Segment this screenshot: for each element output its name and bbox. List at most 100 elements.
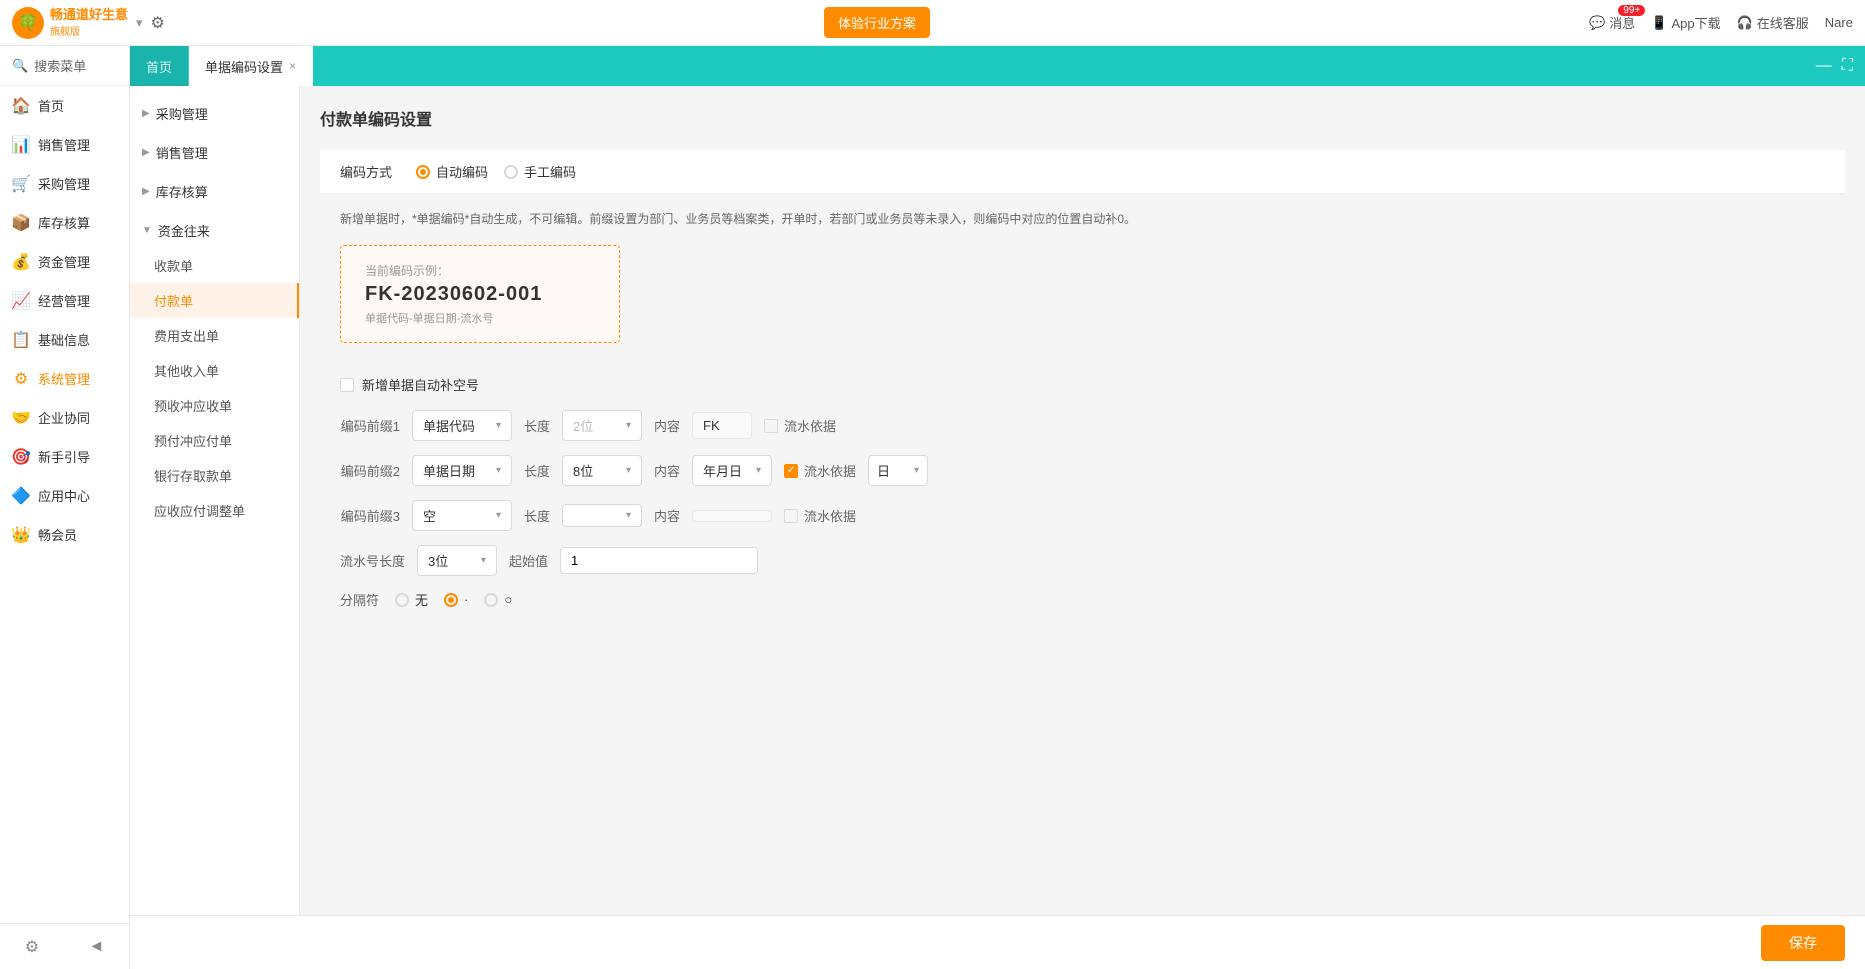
tab-maximize-icon[interactable]: ⛶ (1842, 57, 1853, 75)
dropdown-arrow-icon[interactable]: ▾ (136, 15, 143, 31)
sidebar-item-home[interactable]: 🏠 首页 (0, 86, 129, 125)
enterprise-icon: 🤝 (12, 409, 30, 427)
sidebar-item-basics[interactable]: 📋 基础信息 (0, 320, 129, 359)
user-name[interactable]: Nare (1825, 15, 1853, 30)
tab-close-icon[interactable]: × (289, 59, 296, 73)
manual-encode-radio[interactable] (504, 165, 518, 179)
sidebar-item-purchase[interactable]: 🛒 采购管理 (0, 164, 129, 203)
search-menu[interactable]: 🔍 搜索菜单 (0, 46, 129, 86)
prefix3-waterflow-checkbox[interactable] (784, 509, 798, 523)
sidebar-item-finance[interactable]: 💰 资金管理 (0, 242, 129, 281)
sidebar-item-inventory[interactable]: 📦 库存核算 (0, 203, 129, 242)
sub-group-inventory-title[interactable]: ▶ 库存核算 (130, 174, 299, 209)
start-value-input[interactable] (560, 547, 758, 574)
prefix3-content-value (692, 510, 772, 522)
settings-bottom-icon[interactable]: ⚙ (25, 937, 39, 957)
prefix3-length-select[interactable]: ▾ (562, 504, 642, 527)
prefix3-length-arrow: ▾ (626, 510, 631, 521)
sep-circle-radio[interactable] (484, 593, 498, 607)
sub-item-expense[interactable]: 费用支出单 (130, 318, 299, 353)
sidebar-label-enterprise: 企业协同 (38, 408, 90, 427)
message-btn[interactable]: 💬 消息 99+ (1589, 13, 1635, 32)
prefix1-waterflow-checkbox[interactable] (764, 419, 778, 433)
prefix2-content-select[interactable]: 年月日 ▾ (692, 455, 772, 486)
prefix1-length-label: 长度 (524, 416, 550, 435)
sub-item-payment[interactable]: 付款单 (130, 283, 299, 318)
manual-encode-option[interactable]: 手工编码 (504, 162, 576, 181)
sub-group-inventory: ▶ 库存核算 (130, 174, 299, 209)
prefix1-waterflow: 流水依据 (764, 416, 836, 435)
prefix2-waterflow-checkbox[interactable]: ✓ (784, 464, 798, 478)
auto-fill-checkbox[interactable] (340, 378, 354, 392)
sub-item-other-income[interactable]: 其他收入单 (130, 353, 299, 388)
logo-text-group: 畅通道好生意 旗舰版 (50, 7, 128, 38)
auto-encode-label: 自动编码 (436, 162, 488, 181)
collapse-icon[interactable]: ◄ (88, 938, 104, 956)
sidebar-item-sales[interactable]: 📊 销售管理 (0, 125, 129, 164)
sep-dot-radio[interactable] (444, 593, 458, 607)
preview-label: 当前编码示例： (365, 262, 595, 279)
sep-none-option[interactable]: 无 (395, 590, 428, 609)
serial-length-select[interactable]: 3位 ▾ (417, 545, 497, 576)
prefix1-label: 编码前缀1 (340, 416, 400, 435)
prefix3-content-label: 内容 (654, 506, 680, 525)
tab-home-label: 首页 (146, 57, 172, 76)
sub-item-adjustment[interactable]: 应收应付调整单 (130, 493, 299, 528)
sub-group-capital-title[interactable]: ▼ 资金往来 (130, 213, 299, 248)
tab-home[interactable]: 首页 (130, 46, 189, 86)
sidebar-item-guide[interactable]: 🎯 新手引导 (0, 437, 129, 476)
app-download-btn[interactable]: 📱 App下载 (1651, 13, 1720, 32)
sep-circle-label: ○ (504, 592, 512, 607)
sub-item-prepay-receivable[interactable]: 预收冲应收单 (130, 388, 299, 423)
sub-item-prepay-payable[interactable]: 预付冲应付单 (130, 423, 299, 458)
sep-circle-option[interactable]: ○ (484, 592, 512, 607)
auto-fill-row: 新增单据自动补空号 (340, 375, 1825, 394)
prefix2-select[interactable]: 单据日期 ▾ (412, 455, 512, 486)
sidebar-item-enterprise[interactable]: 🤝 企业协同 (0, 398, 129, 437)
sidebar-label-guide: 新手引导 (38, 447, 90, 466)
tab-minimize-icon[interactable]: — (1816, 57, 1832, 75)
tab-encoding-settings[interactable]: 单据编码设置 × (189, 46, 313, 86)
prefix2-length-select[interactable]: 8位 ▾ (562, 455, 642, 486)
purchase-arrow-icon: ▶ (142, 108, 150, 119)
prefix2-day-arrow: ▾ (914, 465, 919, 476)
sidebar-item-appcenter[interactable]: 🔷 应用中心 (0, 476, 129, 515)
preview-box: 当前编码示例： FK-20230602-001 单据代码-单据日期-流水号 (340, 245, 620, 343)
capital-arrow-icon: ▼ (142, 225, 152, 236)
sep-none-radio[interactable] (395, 593, 409, 607)
online-service-label: 在线客服 (1757, 13, 1809, 32)
trial-button[interactable]: 体验行业方案 (824, 7, 930, 38)
serial-length-arrow: ▾ (481, 555, 486, 566)
save-button[interactable]: 保存 (1761, 925, 1845, 961)
sub-group-purchase-title[interactable]: ▶ 采购管理 (130, 96, 299, 131)
prefix2-content-value: 年月日 (703, 461, 742, 480)
online-service-btn[interactable]: 🎧 在线客服 (1737, 13, 1809, 32)
auto-encode-option[interactable]: 自动编码 (416, 162, 488, 181)
sep-dot-option[interactable]: · (444, 592, 468, 607)
sub-group-sales-label: 销售管理 (156, 143, 208, 162)
sidebar-label-home: 首页 (38, 96, 64, 115)
settings-icon[interactable]: ⚙ (151, 13, 165, 33)
sidebar-label-inventory: 库存核算 (38, 213, 90, 232)
sidebar-item-member[interactable]: 👑 畅会员 (0, 515, 129, 554)
prefix3-select-value: 空 (423, 506, 436, 525)
prefix1-select-value: 单据代码 (423, 416, 475, 435)
prefix2-waterflow-label: 流水依据 (804, 461, 856, 480)
sub-group-sales-title[interactable]: ▶ 销售管理 (130, 135, 299, 170)
search-menu-label: 搜索菜单 (34, 56, 86, 75)
guide-icon: 🎯 (12, 448, 30, 466)
sub-item-bank[interactable]: 银行存取款单 (130, 458, 299, 493)
prefix1-select[interactable]: 单据代码 ▾ (412, 410, 512, 441)
message-badge: 99+ (1618, 5, 1645, 16)
sub-item-receipt[interactable]: 收款单 (130, 248, 299, 283)
prefix3-select-arrow: ▾ (496, 510, 501, 521)
prefix3-select[interactable]: 空 ▾ (412, 500, 512, 531)
auto-encode-radio[interactable] (416, 165, 430, 179)
prefix2-length-value: 8位 (573, 461, 593, 480)
prefix1-length-select[interactable]: 2位 ▾ (562, 410, 642, 441)
manual-encode-label: 手工编码 (524, 162, 576, 181)
sidebar-item-system[interactable]: ⚙ 系统管理 (0, 359, 129, 398)
prefix2-day-select[interactable]: 日 ▾ (868, 455, 928, 486)
sidebar-bottom: ⚙ ◄ (0, 923, 129, 969)
sidebar-item-operations[interactable]: 📈 经营管理 (0, 281, 129, 320)
